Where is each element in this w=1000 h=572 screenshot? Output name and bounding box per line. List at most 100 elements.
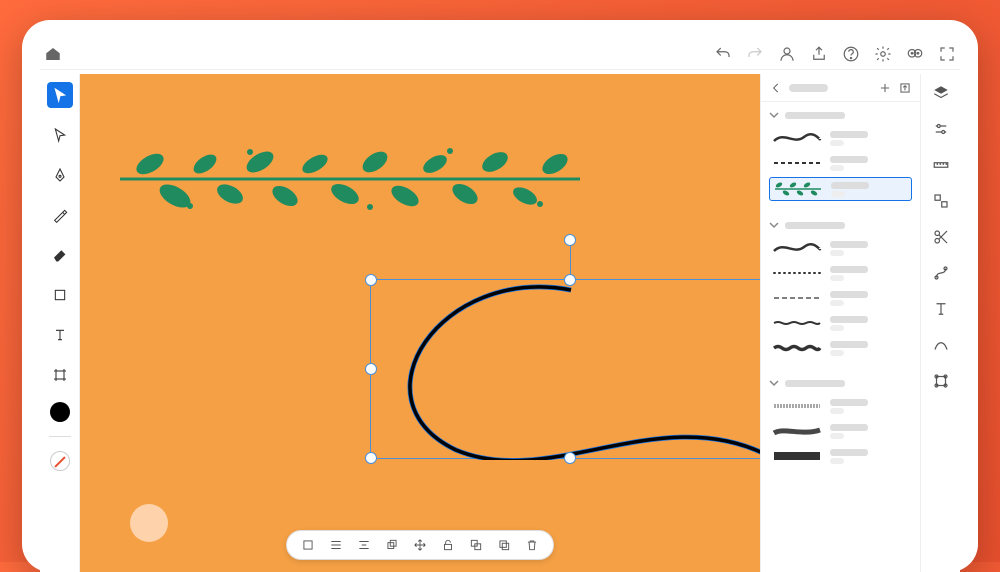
chevron-down-icon [769,378,779,388]
brush-label-placeholder [830,399,868,406]
settings-icon[interactable] [874,45,892,63]
brush-sublabel-placeholder [830,250,844,256]
tool-eraser[interactable] [47,242,73,268]
brush-group [761,212,920,370]
canvas[interactable] [80,74,760,572]
brush-group [761,370,920,478]
ctx-lock-icon[interactable] [441,538,455,552]
brush-label-placeholder [830,341,868,348]
share-icon[interactable] [810,45,828,63]
brush-thumbnail [772,129,822,147]
ruler-icon[interactable] [932,156,950,174]
context-toolbar [286,530,554,560]
fill-swatch[interactable] [50,402,70,422]
brush-item[interactable] [769,395,912,417]
brush-group-header[interactable] [767,106,914,124]
tool-rectangle[interactable] [47,282,73,308]
brush-label-placeholder [830,316,868,323]
export-icon[interactable] [898,81,912,95]
user-icon[interactable] [778,45,796,63]
tool-selection[interactable] [47,82,73,108]
leaf-vine-art [120,144,580,214]
selected-path[interactable] [371,280,771,460]
brush-sublabel-placeholder [830,275,844,281]
ctx-align-icon[interactable] [329,538,343,552]
back-icon[interactable] [769,81,783,95]
brush-panel [760,74,920,572]
brush-item[interactable] [769,445,912,467]
brush-label-placeholder [830,449,868,456]
layers-icon[interactable] [932,84,950,102]
brush-item[interactable] [769,127,912,149]
handle-sw[interactable] [365,452,377,464]
redo-icon[interactable] [746,45,764,63]
chevron-down-icon [769,110,779,120]
scissors-icon[interactable] [932,228,950,246]
selection-box[interactable] [370,279,770,459]
brush-label-placeholder [830,424,868,431]
tablet-frame [22,20,978,572]
brush-item[interactable] [769,237,912,259]
add-icon[interactable] [878,81,892,95]
brush-label-placeholder [830,156,868,163]
brush-thumbnail [772,447,822,465]
panel-title-placeholder [789,84,828,92]
divider [49,436,71,437]
ctx-distribute-icon[interactable] [357,538,371,552]
handle-s[interactable] [564,452,576,464]
ctx-pathfinder-icon[interactable] [469,538,483,552]
chevron-down-icon [769,220,779,230]
handle-n[interactable] [564,274,576,286]
ctx-duplicate-icon[interactable] [497,538,511,552]
tool-column [40,74,80,572]
brush-sublabel-placeholder [830,325,844,331]
brush-item[interactable] [769,337,912,359]
brush-item[interactable] [769,312,912,334]
components-icon[interactable] [932,192,950,210]
handle-w[interactable] [365,363,377,375]
text-icon[interactable] [932,300,950,318]
home-icon[interactable] [44,45,62,63]
brush-thumbnail [773,180,823,198]
adjust-icon[interactable] [932,120,950,138]
brush-item[interactable] [769,152,912,174]
brush-sublabel-placeholder [830,458,844,464]
path-icon[interactable] [932,264,950,282]
undo-icon[interactable] [714,45,732,63]
brush-group [761,102,920,212]
group-label-placeholder [785,380,845,387]
brush-label-placeholder [830,266,868,273]
brush-sublabel-placeholder [831,191,845,197]
tool-direct-select[interactable] [47,122,73,148]
tool-pencil[interactable] [47,202,73,228]
ctx-move-icon[interactable] [413,538,427,552]
ctx-outline-icon[interactable] [301,538,315,552]
tool-type[interactable] [47,322,73,348]
brush-group-header[interactable] [767,374,914,392]
stroke-swatch-none[interactable] [50,451,70,471]
brush-thumbnail [772,422,822,440]
brush-thumbnail [772,289,822,307]
brush-sublabel-placeholder [830,165,844,171]
brush-item[interactable] [769,420,912,442]
handle-rotate[interactable] [564,234,576,246]
handle-nw[interactable] [365,274,377,286]
ctx-arrange-icon[interactable] [385,538,399,552]
group-label-placeholder [785,222,845,229]
fullscreen-icon[interactable] [938,45,956,63]
property-column [920,74,960,572]
help-icon[interactable] [842,45,860,63]
tool-artboard[interactable] [47,362,73,388]
curve-icon[interactable] [932,336,950,354]
brush-item[interactable] [769,177,912,201]
brush-sublabel-placeholder [830,408,844,414]
brush-group-header[interactable] [767,216,914,234]
brush-item[interactable] [769,262,912,284]
tool-pen[interactable] [47,162,73,188]
precision-icon[interactable] [906,45,924,63]
brush-item[interactable] [769,287,912,309]
transform-icon[interactable] [932,372,950,390]
ctx-delete-icon[interactable] [525,538,539,552]
group-label-placeholder [785,112,845,119]
brush-sublabel-placeholder [830,350,844,356]
